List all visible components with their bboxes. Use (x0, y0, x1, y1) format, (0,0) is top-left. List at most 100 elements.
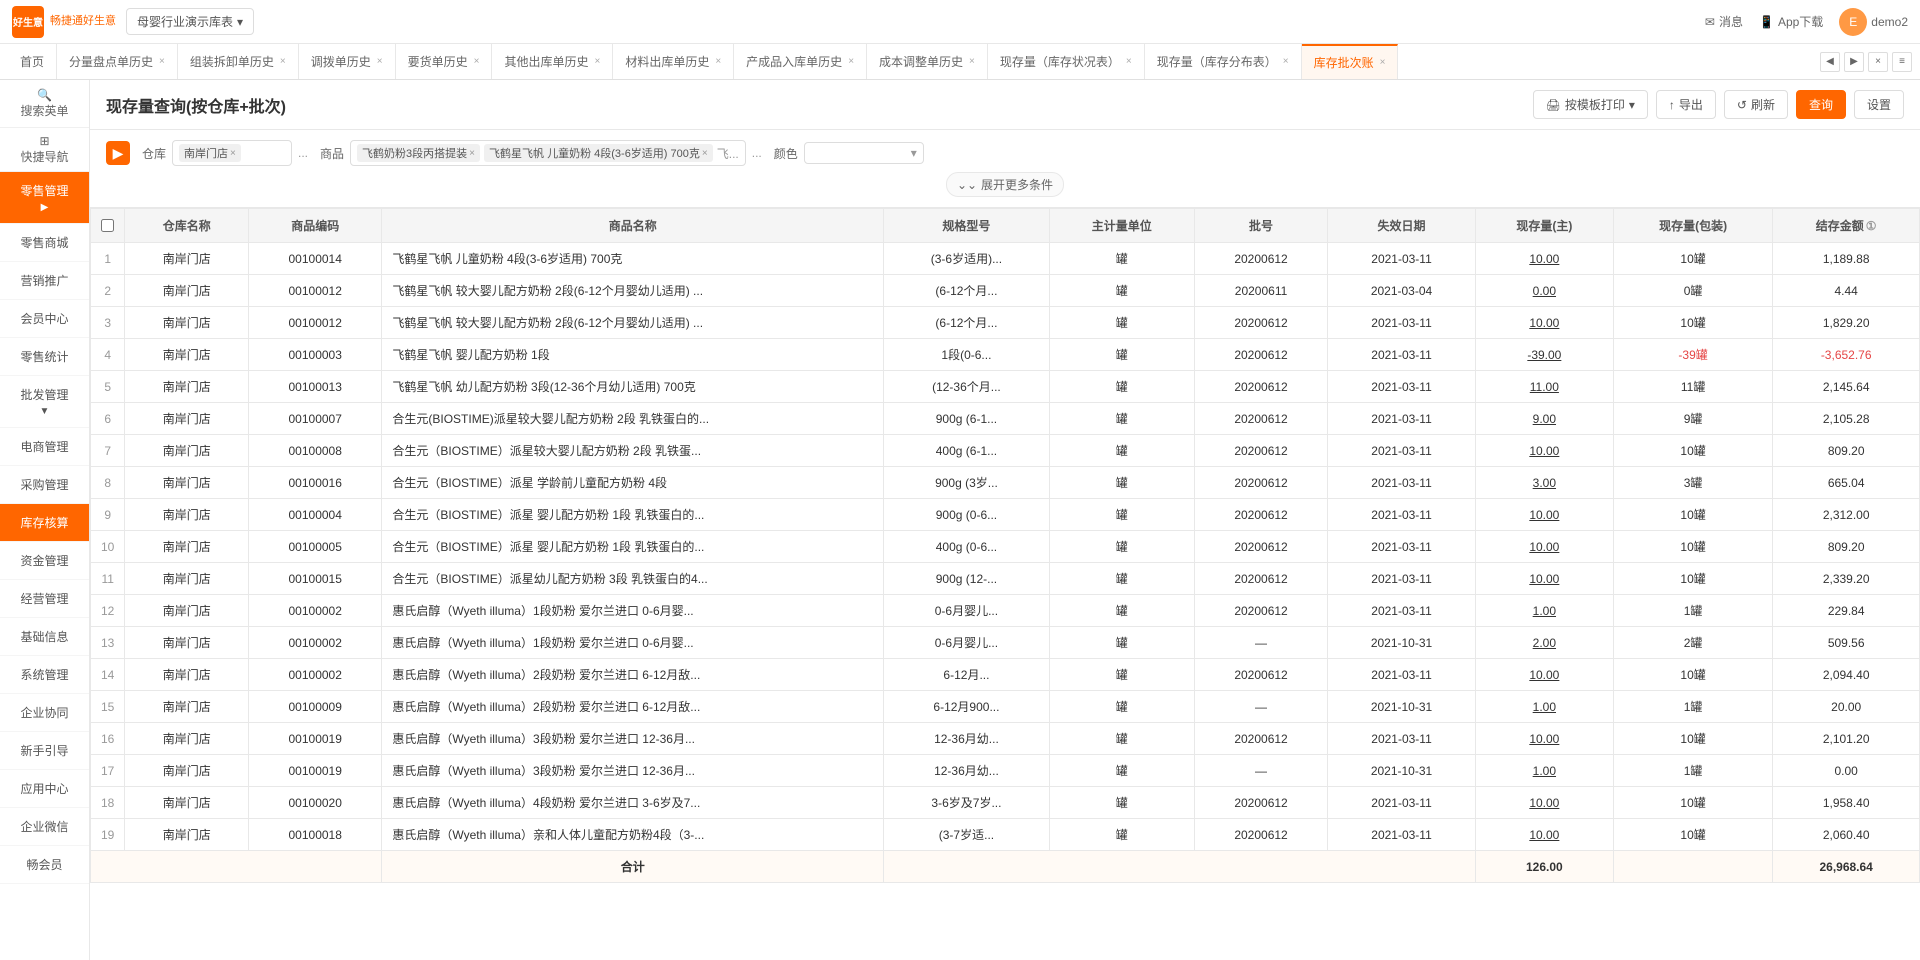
app-download-button[interactable]: 📱 App下载 (1759, 13, 1823, 30)
warehouse-filter-input[interactable]: 南岸门店 × (172, 140, 292, 166)
print-button[interactable]: 🖨 按模板打印 ▾ (1533, 90, 1648, 119)
tab-batch-adjust[interactable]: 库存批次账 × (1302, 44, 1399, 80)
sidebar-item-enterprise[interactable]: 企业协同 (0, 694, 89, 732)
row-qty[interactable]: 10.00 (1475, 243, 1613, 275)
row-expiry: 2021-03-11 (1328, 371, 1476, 403)
sidebar-item-inventory[interactable]: 库存核算 (0, 504, 89, 542)
row-qty[interactable]: 9.00 (1475, 403, 1613, 435)
sidebar-item-member[interactable]: 会员中心 (0, 300, 89, 338)
tab-cost-adjust-close[interactable]: × (969, 56, 975, 67)
expand-button[interactable]: ⌄⌄ 展开更多条件 (946, 172, 1064, 197)
tab-stock-dist[interactable]: 现存量（库存分布表） × (1145, 44, 1302, 80)
product-filter-input[interactable]: 飞鹤奶粉3段丙搭提装 × 飞鹤星飞帆 儿童奶粉 4段(3-6岁适用) 700克 … (350, 140, 746, 166)
tab-partial-inventory-label: 分量盘点单历史 (69, 53, 153, 70)
product-filter-more[interactable]: 飞... (717, 145, 739, 162)
tab-disassemble-close[interactable]: × (280, 56, 286, 67)
export-button[interactable]: ↑ 导出 (1656, 90, 1716, 119)
sidebar-item-finance[interactable]: 资金管理 (0, 542, 89, 580)
sidebar-quick-nav[interactable]: ⊞ 快捷导航 (0, 128, 89, 172)
query-button[interactable]: 查询 (1796, 90, 1846, 119)
sidebar-item-new-guide[interactable]: 新手引导 (0, 732, 89, 770)
sidebar-item-retail-mgmt[interactable]: 零售管理 ▶ (0, 172, 89, 224)
color-filter-dropdown[interactable]: ▾ (804, 142, 924, 164)
row-warehouse: 南岸门店 (125, 723, 249, 755)
filter-expand-arrow[interactable]: ▶ (106, 141, 130, 165)
row-qty[interactable]: -39.00 (1475, 339, 1613, 371)
row-qty[interactable]: 10.00 (1475, 307, 1613, 339)
workspace-selector[interactable]: 母婴行业演示库表 ▾ (126, 8, 254, 35)
sidebar-search[interactable]: 🔍 搜索英单 (0, 80, 89, 128)
row-qty[interactable]: 10.00 (1475, 819, 1613, 851)
tab-cost-adjust[interactable]: 成本调整单历史 × (867, 44, 988, 80)
tab-requisition-close[interactable]: × (474, 56, 480, 67)
product-tag-1-remove[interactable]: × (702, 148, 708, 159)
row-qty-pkg: 1罐 (1613, 755, 1773, 787)
sidebar-item-ecommerce[interactable]: 电商管理 (0, 428, 89, 466)
settings-button[interactable]: 设置 (1854, 90, 1904, 119)
tab-other-out-close[interactable]: × (594, 56, 600, 67)
tab-requisition[interactable]: 要货单历史 × (396, 44, 493, 80)
product-filter-ellipsis[interactable]: ... (752, 146, 762, 160)
tab-batch-adjust-close[interactable]: × (1380, 57, 1386, 68)
row-num: 9 (91, 499, 125, 531)
tab-stock-status[interactable]: 现存量（库存状况表） × (988, 44, 1145, 80)
tab-nav-close[interactable]: × (1868, 52, 1888, 72)
sidebar-item-vip[interactable]: 畅会员 (0, 846, 89, 884)
row-qty[interactable]: 10.00 (1475, 723, 1613, 755)
row-qty[interactable]: 1.00 (1475, 595, 1613, 627)
tab-nav-right[interactable]: ▶ (1844, 52, 1864, 72)
tab-disassemble[interactable]: 组装拆卸单历史 × (178, 44, 299, 80)
sidebar-item-basic[interactable]: 基础信息 (0, 618, 89, 656)
sidebar-item-retail-mall[interactable]: 零售商城 (0, 224, 89, 262)
product-tag-0-remove[interactable]: × (469, 148, 475, 159)
tab-transfer-close[interactable]: × (377, 56, 383, 67)
sidebar-item-retail-stats[interactable]: 零售统计 (0, 338, 89, 376)
tab-transfer[interactable]: 调拨单历史 × (299, 44, 396, 80)
row-expiry: 2021-03-11 (1328, 723, 1476, 755)
row-qty[interactable]: 10.00 (1475, 499, 1613, 531)
tab-partial-inventory[interactable]: 分量盘点单历史 × (57, 44, 178, 80)
tab-nav-left[interactable]: ◀ (1820, 52, 1840, 72)
logo-icon: 好生意 (12, 6, 44, 38)
row-qty[interactable]: 10.00 (1475, 435, 1613, 467)
row-qty[interactable]: 2.00 (1475, 627, 1613, 659)
row-qty[interactable]: 11.00 (1475, 371, 1613, 403)
tab-product-in-close[interactable]: × (848, 56, 854, 67)
tab-partial-inventory-close[interactable]: × (159, 56, 165, 67)
select-all-checkbox[interactable] (101, 219, 114, 232)
tab-bar: 首页 分量盘点单历史 × 组装拆卸单历史 × 调拨单历史 × 要货单历史 × 其… (0, 44, 1920, 80)
sidebar-item-app-center[interactable]: 应用中心 (0, 770, 89, 808)
sidebar-item-enterprise-wechat[interactable]: 企业微信 (0, 808, 89, 846)
user-menu[interactable]: E demo2 (1839, 8, 1908, 36)
row-expiry: 2021-03-11 (1328, 819, 1476, 851)
refresh-button[interactable]: ↺ 刷新 (1724, 90, 1788, 119)
row-qty[interactable]: 3.00 (1475, 467, 1613, 499)
messages-button[interactable]: ✉ 消息 (1705, 13, 1743, 30)
sidebar-item-wholesale[interactable]: 批发管理 ▼ (0, 376, 89, 428)
tab-product-in[interactable]: 产成品入库单历史 × (734, 44, 867, 80)
tab-nav-menu[interactable]: ≡ (1892, 52, 1912, 72)
warehouse-tag-remove[interactable]: × (230, 148, 236, 159)
row-batch: 20200612 (1194, 787, 1327, 819)
sidebar-item-purchase[interactable]: 采购管理 (0, 466, 89, 504)
tab-stock-status-close[interactable]: × (1126, 56, 1132, 67)
row-qty[interactable]: 1.00 (1475, 755, 1613, 787)
amount-info-icon[interactable]: ① (1866, 219, 1877, 233)
row-qty[interactable]: 1.00 (1475, 691, 1613, 723)
tab-stock-dist-close[interactable]: × (1283, 56, 1289, 67)
warehouse-filter-more[interactable]: ... (298, 146, 308, 160)
tab-other-out[interactable]: 其他出库单历史 × (492, 44, 613, 80)
wholesale-label: 批发管理 (4, 386, 85, 403)
sidebar-item-operations[interactable]: 经营管理 (0, 580, 89, 618)
sidebar-item-system[interactable]: 系统管理 (0, 656, 89, 694)
tab-material-out[interactable]: 材料出库单历史 × (613, 44, 734, 80)
row-qty[interactable]: 10.00 (1475, 531, 1613, 563)
sidebar-item-marketing[interactable]: 营销推广 (0, 262, 89, 300)
row-qty[interactable]: 10.00 (1475, 787, 1613, 819)
row-qty[interactable]: 10.00 (1475, 659, 1613, 691)
row-qty[interactable]: 10.00 (1475, 563, 1613, 595)
row-code: 00100004 (249, 499, 382, 531)
tab-home[interactable]: 首页 (8, 44, 57, 80)
tab-material-out-close[interactable]: × (715, 56, 721, 67)
row-qty[interactable]: 0.00 (1475, 275, 1613, 307)
